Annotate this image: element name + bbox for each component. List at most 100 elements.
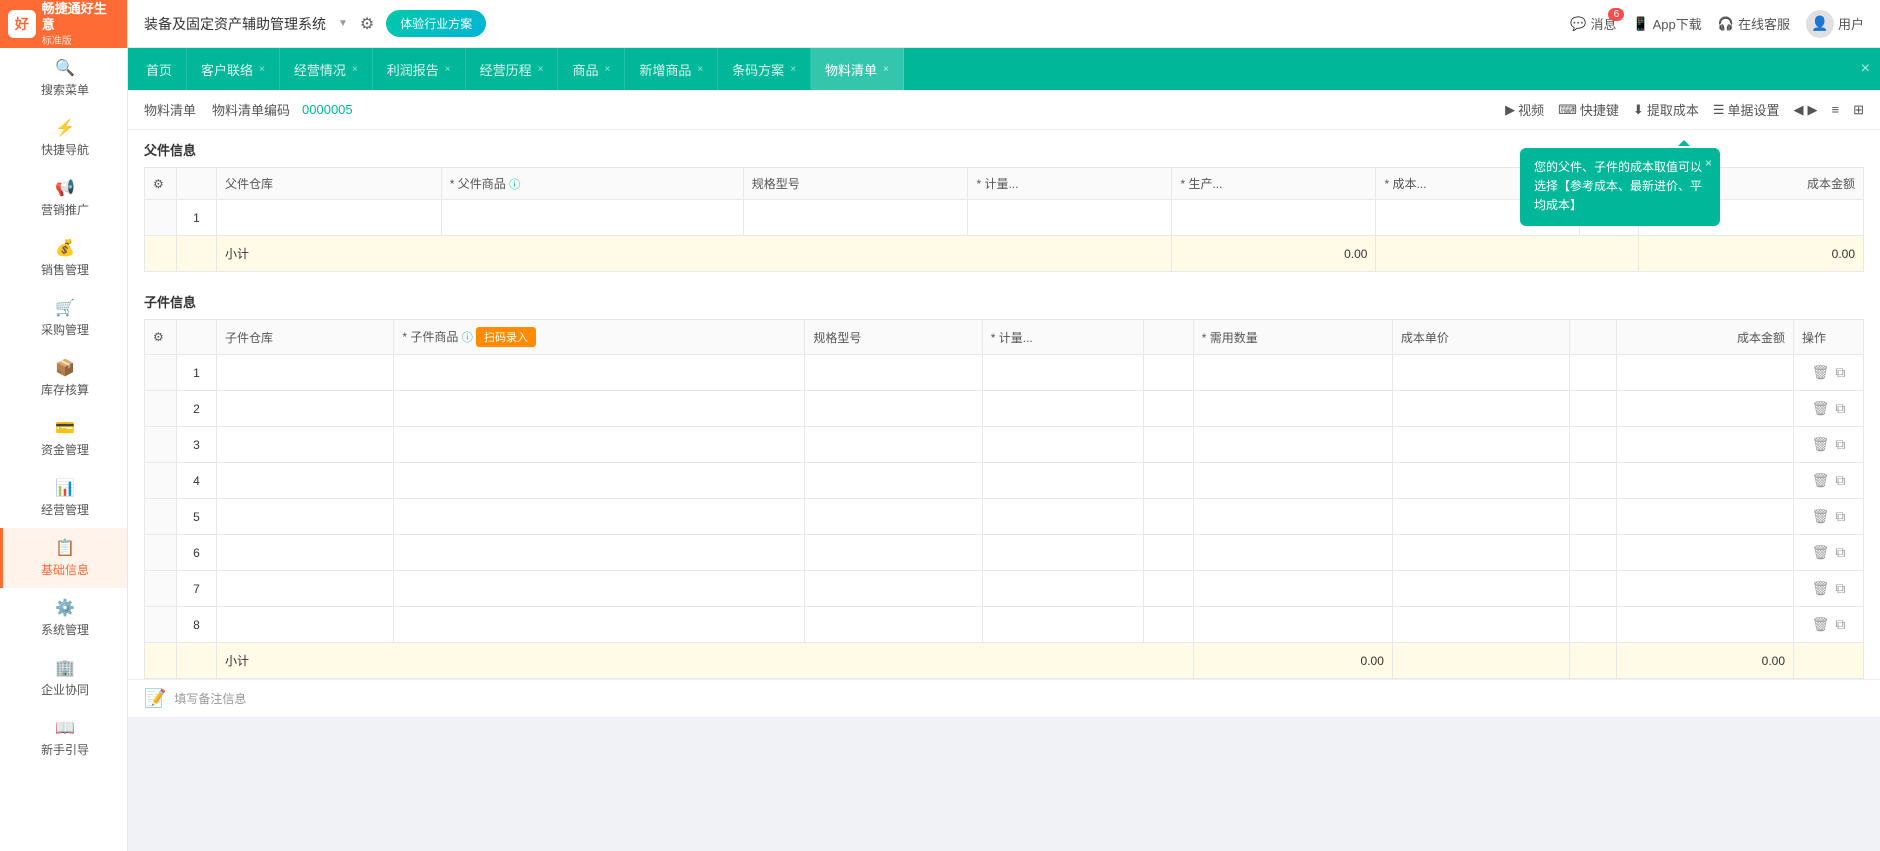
child-row1-product[interactable] bbox=[394, 355, 805, 391]
delete-icon[interactable]: 🗑 bbox=[1812, 616, 1830, 633]
card-icon: 💳 bbox=[55, 418, 75, 438]
tab-operations[interactable]: 经营情况 × bbox=[280, 48, 373, 90]
avatar: 👤 bbox=[1806, 10, 1834, 38]
grid-view-btn[interactable]: ⊞ bbox=[1853, 102, 1864, 118]
tab-bom[interactable]: 物料清单 × bbox=[811, 48, 904, 90]
clipboard-icon: 📋 bbox=[55, 538, 75, 558]
child-row1-unit[interactable] bbox=[982, 355, 1143, 391]
sidebar-item-label: 快捷导航 bbox=[41, 141, 89, 158]
sidebar-item-system[interactable]: ⚙️ 系统管理 bbox=[0, 588, 127, 648]
child-col-gear[interactable]: ⚙ bbox=[145, 320, 177, 355]
copy-icon[interactable]: ⧉ bbox=[1835, 580, 1845, 597]
tab-operations-close[interactable]: × bbox=[352, 64, 358, 75]
trial-button[interactable]: 体验行业方案 bbox=[386, 10, 486, 37]
parent-row-production[interactable] bbox=[1172, 200, 1376, 236]
tab-history[interactable]: 经营历程 × bbox=[466, 48, 559, 90]
sidebar-item-guide[interactable]: 📖 新手引导 bbox=[0, 708, 127, 768]
sidebar-item-basic-info[interactable]: 📋 基础信息 bbox=[0, 528, 127, 588]
tab-profit-close[interactable]: × bbox=[445, 64, 451, 75]
copy-icon[interactable]: ⧉ bbox=[1835, 616, 1845, 633]
scan-button[interactable]: 扫码录入 bbox=[476, 327, 536, 347]
sidebar-item-enterprise[interactable]: 🏢 企业协同 bbox=[0, 648, 127, 708]
app-download-item[interactable]: 📱 App下载 bbox=[1632, 14, 1701, 33]
tab-product-close[interactable]: × bbox=[604, 64, 610, 75]
tooltip-text: 您的父件、子件的成本取值可以选择【参考成本、最新进价、平均成本】 bbox=[1534, 160, 1702, 212]
delete-icon[interactable]: 🗑 bbox=[1812, 400, 1830, 417]
tab-profit[interactable]: 利润报告 × bbox=[373, 48, 466, 90]
parent-row-product[interactable] bbox=[441, 200, 743, 236]
sidebar-item-sales[interactable]: 💰 销售管理 bbox=[0, 228, 127, 288]
header-gear-icon[interactable]: ⚙ bbox=[360, 14, 374, 34]
sidebar-item-search[interactable]: 🔍 搜索菜单 bbox=[0, 48, 127, 108]
tab-history-close[interactable]: × bbox=[538, 64, 544, 75]
delete-icon[interactable]: 🗑 bbox=[1812, 364, 1830, 381]
tab-customer-label: 客户联络 bbox=[201, 60, 253, 79]
delete-icon[interactable]: 🗑 bbox=[1812, 472, 1830, 489]
child-row8-action: 🗑⧉ bbox=[1794, 607, 1864, 643]
child-row1-num: 1 bbox=[177, 355, 217, 391]
copy-icon[interactable]: ⧉ bbox=[1835, 508, 1845, 525]
sidebar-item-marketing[interactable]: 📢 营销推广 bbox=[0, 168, 127, 228]
parent-row-spec[interactable] bbox=[743, 200, 968, 236]
setting-btn[interactable]: ☰ 单据设置 bbox=[1713, 100, 1780, 119]
sidebar-item-label: 经营管理 bbox=[41, 501, 89, 518]
prev-btn[interactable]: ◀ bbox=[1794, 102, 1804, 118]
sidebar-item-quick-nav[interactable]: ⚡ 快捷导航 bbox=[0, 108, 127, 168]
copy-icon[interactable]: ⧉ bbox=[1835, 436, 1845, 453]
message-item[interactable]: 💬 消息 6 bbox=[1570, 14, 1616, 33]
sidebar-item-finance[interactable]: 💳 资金管理 bbox=[0, 408, 127, 468]
tab-add-product[interactable]: 新增商品 × bbox=[625, 48, 718, 90]
next-btn[interactable]: ▶ bbox=[1808, 102, 1818, 118]
delete-icon[interactable]: 🗑 bbox=[1812, 436, 1830, 453]
system-dropdown-arrow[interactable]: ▼ bbox=[338, 18, 348, 29]
cost-btn[interactable]: ⬇ 提取成本 bbox=[1633, 100, 1699, 119]
copy-icon[interactable]: ⧉ bbox=[1835, 544, 1845, 561]
copy-icon[interactable]: ⧉ bbox=[1835, 472, 1845, 489]
tab-home-label: 首页 bbox=[146, 60, 172, 79]
parent-col-num bbox=[177, 168, 217, 200]
tab-product[interactable]: 商品 × bbox=[558, 48, 625, 90]
child-row1-unit-price[interactable] bbox=[1392, 355, 1569, 391]
bottom-bar-placeholder[interactable]: 填写备注信息 bbox=[174, 690, 246, 707]
child-subtotal-row: 小计 0.00 0.00 bbox=[145, 643, 1864, 679]
delete-icon[interactable]: 🗑 bbox=[1812, 508, 1830, 525]
sidebar-item-purchase[interactable]: 🛒 采购管理 bbox=[0, 288, 127, 348]
content-area: 物料清单 物料清单编码 0000005 ▶ 视频 ⌨ 快捷键 ⬇ bbox=[128, 90, 1880, 851]
parent-row-unit[interactable] bbox=[968, 200, 1172, 236]
tooltip-close-btn[interactable]: × bbox=[1705, 154, 1712, 173]
sidebar-item-operations[interactable]: 📊 经营管理 bbox=[0, 468, 127, 528]
parent-col-production: * 生产... bbox=[1172, 168, 1376, 200]
tab-customer[interactable]: 客户联络 × bbox=[187, 48, 280, 90]
delete-icon[interactable]: 🗑 bbox=[1812, 544, 1830, 561]
online-service-item[interactable]: 🎧 在线客服 bbox=[1718, 14, 1790, 33]
copy-icon[interactable]: ⧉ bbox=[1835, 364, 1845, 381]
tab-customer-close[interactable]: × bbox=[259, 64, 265, 75]
search-icon: 🔍 bbox=[55, 58, 75, 78]
user-item[interactable]: 👤 用户 bbox=[1806, 10, 1864, 38]
delete-icon[interactable]: 🗑 bbox=[1812, 580, 1830, 597]
tab-bom-close[interactable]: × bbox=[883, 64, 889, 75]
top-header: 装备及固定资产辅助管理系统 ▼ ⚙ 体验行业方案 💬 消息 6 📱 App下载 … bbox=[128, 0, 1880, 48]
sidebar-item-inventory[interactable]: 📦 库存核算 bbox=[0, 348, 127, 408]
tab-add-product-close[interactable]: × bbox=[697, 64, 703, 75]
parent-col-gear[interactable]: ⚙ bbox=[145, 168, 177, 200]
sidebar-header: 好 畅捷通好生意 标准版 bbox=[0, 0, 127, 48]
close-all-tabs[interactable]: × bbox=[1851, 60, 1880, 78]
parent-row-warehouse[interactable] bbox=[217, 200, 442, 236]
shortcut-btn[interactable]: ⌨ 快捷键 bbox=[1558, 100, 1619, 119]
child-row1-qty[interactable] bbox=[1193, 355, 1392, 391]
copy-icon[interactable]: ⧉ bbox=[1835, 400, 1845, 417]
view-btn[interactable]: ▶ 视频 bbox=[1505, 100, 1544, 119]
tab-barcode-close[interactable]: × bbox=[790, 64, 796, 75]
child-row1-spec[interactable] bbox=[805, 355, 982, 391]
list-view-btn[interactable]: ≡ bbox=[1832, 102, 1840, 117]
child-subtotal-qty: 0.00 bbox=[1193, 643, 1392, 679]
child-row1-gear bbox=[145, 355, 177, 391]
child-col-spacer bbox=[1143, 320, 1193, 355]
message-icon: 💬 bbox=[1570, 16, 1586, 32]
child-row1-warehouse[interactable] bbox=[217, 355, 394, 391]
tab-barcode[interactable]: 条码方案 × bbox=[718, 48, 811, 90]
breadcrumb-parent[interactable]: 物料清单 bbox=[144, 100, 196, 119]
building-icon: 🏢 bbox=[55, 658, 75, 678]
tab-home[interactable]: 首页 bbox=[132, 48, 187, 90]
